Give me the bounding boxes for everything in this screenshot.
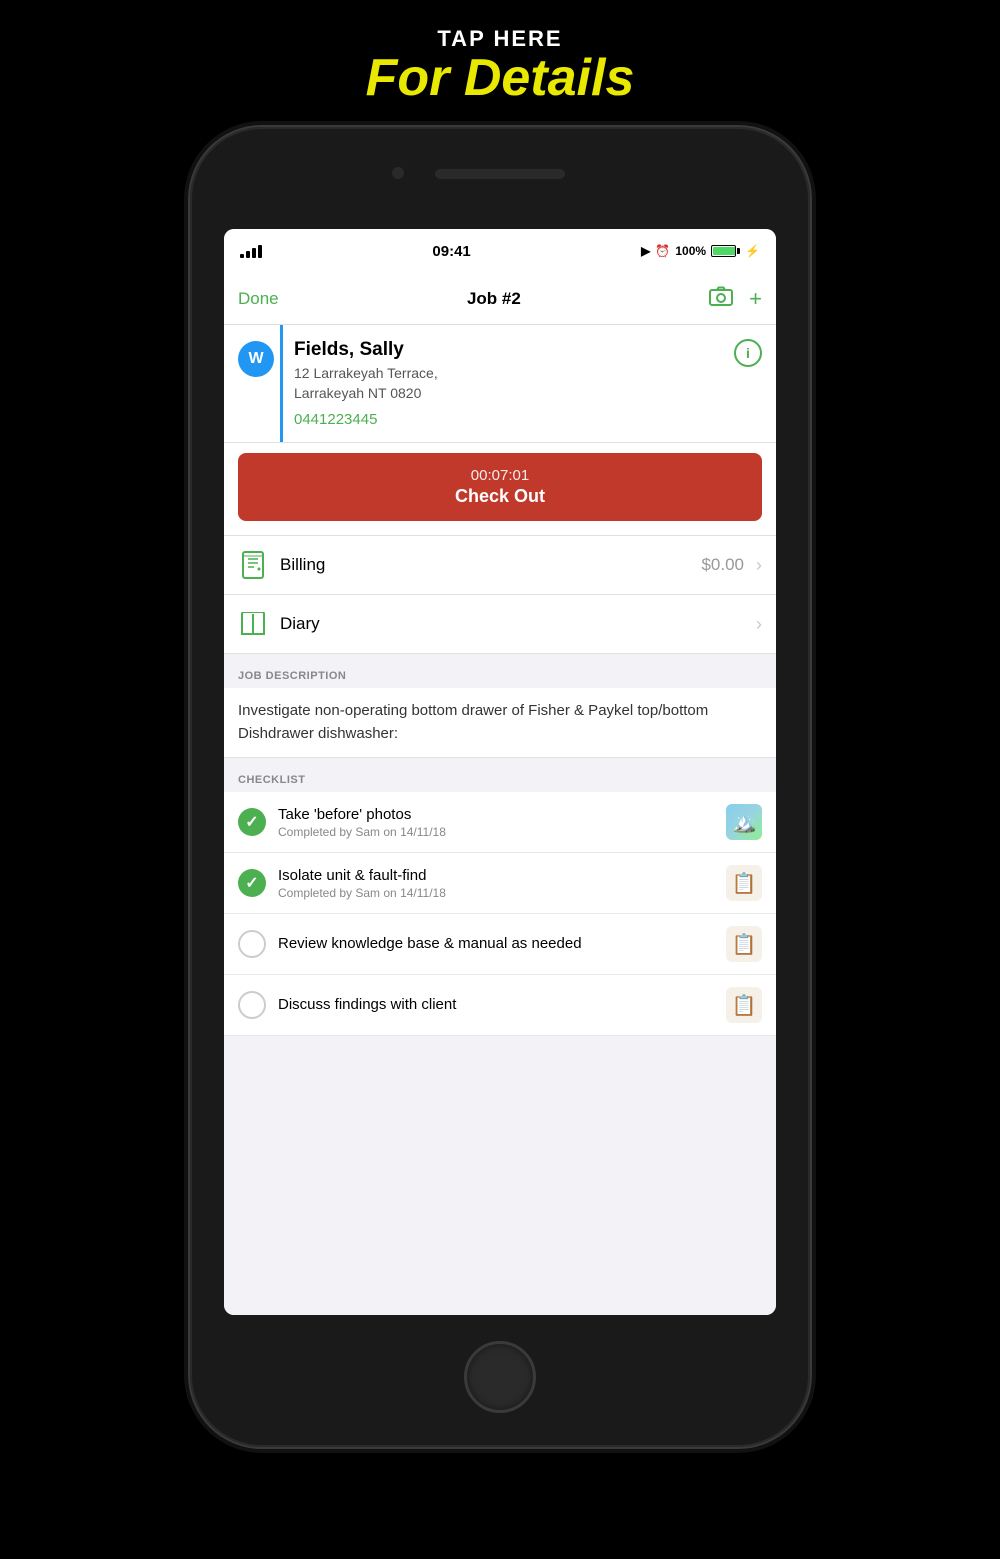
- billing-icon: [238, 550, 268, 580]
- check-circle-3[interactable]: [238, 930, 266, 958]
- for-details-text: For Details: [366, 50, 635, 107]
- signal-bar-4: [258, 245, 262, 258]
- phone-frame: 09:41 ▶ ⏰ 100% ⚡: [190, 127, 810, 1447]
- page-wrapper: TAP HERE For Details: [0, 0, 1000, 1559]
- phone-screen: 09:41 ▶ ⏰ 100% ⚡: [224, 229, 776, 1315]
- client-address: 12 Larrakeyah Terrace, Larrakeyah NT 082…: [294, 364, 722, 403]
- checklist-item-3[interactable]: Review knowledge base & manual as needed…: [224, 914, 776, 975]
- checklist-item-2[interactable]: ✓ Isolate unit & fault-find Completed by…: [224, 853, 776, 914]
- tap-here-label: TAP HERE For Details: [366, 28, 635, 107]
- battery-tip: [737, 248, 740, 254]
- job-description-header: JOB DESCRIPTION: [224, 654, 776, 688]
- signal-bar-2: [246, 251, 250, 258]
- checklist-title-2: Isolate unit & fault-find: [278, 867, 714, 884]
- checklist-header: CHECKLIST: [224, 758, 776, 792]
- checklist-item-1[interactable]: ✓ Take 'before' photos Completed by Sam …: [224, 792, 776, 853]
- status-time: 09:41: [432, 243, 470, 260]
- billing-label: Billing: [280, 555, 689, 575]
- billing-value: $0.00: [701, 555, 744, 575]
- blue-line: [280, 325, 283, 442]
- checklist-text-1: Take 'before' photos Completed by Sam on…: [278, 806, 714, 839]
- nav-title: Job #2: [467, 289, 521, 309]
- check-circle-2[interactable]: ✓: [238, 869, 266, 897]
- checklist-title-3: Review knowledge base & manual as needed: [278, 935, 714, 952]
- status-bar: 09:41 ▶ ⏰ 100% ⚡: [224, 229, 776, 273]
- checklist-subtitle-1: Completed by Sam on 14/11/18: [278, 825, 714, 839]
- location-icon: ▶: [641, 244, 650, 258]
- battery-body: [711, 245, 736, 257]
- battery-icon: [711, 245, 740, 257]
- check-mark-2: ✓: [245, 873, 258, 893]
- content-area[interactable]: W Fields, Sally 12 Larrakeyah Terrace, L…: [224, 325, 776, 1315]
- check-circle-1[interactable]: ✓: [238, 808, 266, 836]
- checklist-text-2: Isolate unit & fault-find Completed by S…: [278, 867, 714, 900]
- nav-bar: Done Job #2 +: [224, 273, 776, 325]
- checkout-section: 00:07:01 Check Out: [224, 443, 776, 536]
- battery-percent: 100%: [675, 244, 706, 258]
- check-mark-1: ✓: [245, 812, 258, 832]
- client-card[interactable]: W Fields, Sally 12 Larrakeyah Terrace, L…: [224, 325, 776, 443]
- checkout-label: Check Out: [252, 486, 748, 507]
- checklist-subtitle-2: Completed by Sam on 14/11/18: [278, 886, 714, 900]
- phone-inner: 09:41 ▶ ⏰ 100% ⚡: [202, 139, 798, 1435]
- front-camera: [392, 167, 404, 179]
- checklist-attachment-2: 📋: [726, 865, 762, 901]
- client-phone[interactable]: 0441223445: [294, 411, 722, 428]
- signal-bars: [240, 245, 262, 258]
- checklist-item-4[interactable]: Discuss findings with client 📋: [224, 975, 776, 1036]
- client-avatar: W: [238, 341, 274, 377]
- signal-area: [240, 245, 262, 258]
- done-button[interactable]: Done: [238, 289, 279, 309]
- signal-bar-3: [252, 248, 256, 258]
- camera-button[interactable]: [709, 286, 733, 312]
- checklist-text-4: Discuss findings with client: [278, 996, 714, 1015]
- checklist-attachment-3: 📋: [726, 926, 762, 962]
- checkout-button[interactable]: 00:07:01 Check Out: [238, 453, 762, 521]
- signal-bar-1: [240, 254, 244, 258]
- billing-menu-item[interactable]: Billing $0.00 ›: [224, 536, 776, 595]
- add-button[interactable]: +: [749, 286, 762, 312]
- checklist-attachment-4: 📋: [726, 987, 762, 1023]
- job-description-text: Investigate non-operating bottom drawer …: [224, 688, 776, 758]
- diary-icon: [238, 609, 268, 639]
- client-name: Fields, Sally: [294, 339, 722, 361]
- diary-label: Diary: [280, 614, 732, 634]
- checklist-title-4: Discuss findings with client: [278, 996, 714, 1013]
- status-right: ▶ ⏰ 100% ⚡: [641, 244, 760, 258]
- speaker: [435, 169, 565, 179]
- tap-here-text: TAP HERE: [366, 28, 635, 50]
- battery-fill: [713, 247, 736, 255]
- checklist-title-1: Take 'before' photos: [278, 806, 714, 823]
- check-circle-4[interactable]: [238, 991, 266, 1019]
- billing-chevron: ›: [756, 555, 762, 576]
- charging-icon: ⚡: [745, 244, 760, 258]
- alarm-icon: ⏰: [655, 244, 670, 258]
- checklist-attachment-1: 🏔️: [726, 804, 762, 840]
- checklist-text-3: Review knowledge base & manual as needed: [278, 935, 714, 954]
- home-button[interactable]: [464, 1341, 536, 1413]
- nav-icons: +: [709, 286, 762, 312]
- info-icon[interactable]: i: [734, 339, 762, 367]
- client-info: Fields, Sally 12 Larrakeyah Terrace, Lar…: [286, 339, 722, 428]
- diary-menu-item[interactable]: Diary ›: [224, 595, 776, 654]
- diary-chevron: ›: [756, 614, 762, 635]
- checkout-timer: 00:07:01: [252, 467, 748, 484]
